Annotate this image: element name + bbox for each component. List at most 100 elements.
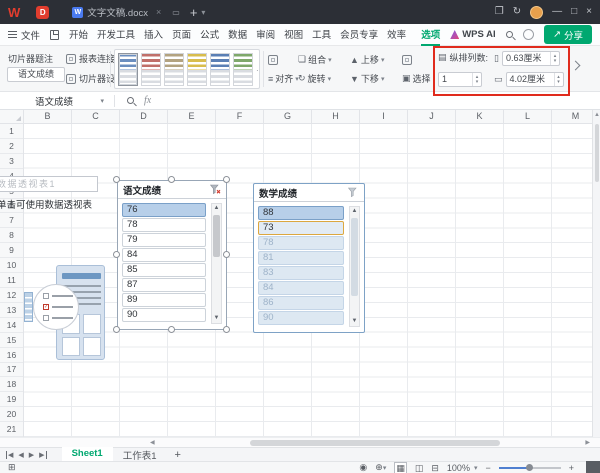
column-header[interactable]: F	[216, 110, 264, 123]
first-sheet-icon[interactable]: ◀	[6, 450, 13, 459]
row-header[interactable]: 17	[0, 363, 23, 378]
row-header[interactable]: 10	[0, 258, 23, 274]
resize-handle[interactable]	[223, 176, 230, 183]
wps-ai-button[interactable]: WPS AI	[450, 29, 496, 40]
resize-handle[interactable]	[113, 326, 120, 333]
tab-list-chevron-icon[interactable]: ▾	[201, 8, 205, 17]
slicer-scrollbar[interactable]: ▲ ▼	[211, 203, 222, 324]
zoom-in-button[interactable]: +	[569, 463, 574, 473]
scrollbar-thumb[interactable]	[213, 215, 220, 257]
add-sheet-button[interactable]: +	[175, 449, 181, 461]
slicer-item[interactable]: 73	[258, 221, 344, 235]
tab-close-icon[interactable]: ×	[156, 7, 161, 17]
row-header[interactable]: 8	[0, 228, 23, 244]
zoom-slider[interactable]	[498, 464, 561, 471]
last-sheet-icon[interactable]: ▶	[39, 450, 47, 459]
row-header[interactable]: 15	[0, 333, 23, 348]
ribbon-tab[interactable]: 视图	[284, 24, 303, 46]
group-button[interactable]: ❏ 组合 ▾	[298, 53, 350, 66]
scrollbar-thumb[interactable]	[351, 218, 358, 296]
slicer-item[interactable]: 76	[122, 203, 206, 217]
slicer-item[interactable]: 83	[258, 266, 344, 280]
slicer-item[interactable]: 78	[122, 218, 206, 232]
row-header[interactable]: 13	[0, 303, 23, 318]
slicer-chinese-scores[interactable]: 语文成绩 76 78 79 84 85 87 89 90 ▲ ▼	[117, 180, 227, 330]
docer-icon[interactable]: D	[36, 5, 50, 19]
slicer-item[interactable]: 90	[122, 308, 206, 322]
slicer-style-thumbnail[interactable]	[164, 52, 184, 86]
close-button[interactable]: ×	[586, 7, 592, 17]
slicer-item[interactable]: 85	[122, 263, 206, 277]
slicer-item[interactable]: 78	[258, 236, 344, 250]
select-all-corner[interactable]	[0, 110, 24, 123]
row-header[interactable]: 20	[0, 407, 23, 423]
ribbon-tab[interactable]: 公式	[200, 24, 219, 46]
row-header[interactable]: 16	[0, 348, 23, 363]
row-header[interactable]: 14	[0, 318, 23, 333]
ribbon-tab[interactable]: 插入	[144, 24, 163, 46]
row-header[interactable]: 12	[0, 288, 23, 303]
layout-panes-icon[interactable]: ❐	[495, 7, 504, 17]
column-header[interactable]: L	[504, 110, 552, 123]
slicer-item[interactable]: 88	[258, 206, 344, 220]
stepper-arrows-icon[interactable]: ▴ ▾	[553, 73, 563, 86]
column-header[interactable]: H	[312, 110, 360, 123]
slicer-style-thumbnail[interactable]	[233, 52, 253, 86]
flip-button[interactable]	[268, 54, 298, 65]
column-header[interactable]: J	[408, 110, 456, 123]
fx-icon[interactable]: fx	[144, 95, 151, 106]
slicer-style-thumbnail[interactable]	[210, 52, 230, 86]
row-header[interactable]: 3	[0, 154, 23, 169]
zoom-slider-knob[interactable]	[525, 464, 533, 471]
minimize-button[interactable]: —	[552, 7, 562, 17]
column-header[interactable]: D	[120, 110, 168, 123]
ribbon-tab[interactable]: 效率	[387, 24, 406, 46]
row-header[interactable]: 19	[0, 392, 23, 408]
columns-count-stepper[interactable]: 1 ▴ ▾	[438, 72, 482, 87]
slicer-style-thumbnail[interactable]	[187, 52, 207, 86]
scroll-down-icon[interactable]: ▼	[214, 314, 220, 323]
filter-icon[interactable]	[348, 187, 359, 198]
move-down-button[interactable]: ▼ 下移 ▾	[350, 72, 402, 85]
save-icon[interactable]	[50, 29, 60, 40]
share-button[interactable]: ↗ 分享	[544, 25, 592, 44]
horizontal-scrollbar[interactable]: ◀ ▶	[0, 437, 600, 447]
button-width-stepper[interactable]: 4.02厘米 ▴ ▾	[505, 72, 564, 87]
rotate-button[interactable]: ↻ 旋转 ▾	[298, 72, 350, 85]
resize-handle[interactable]	[223, 326, 230, 333]
scroll-left-icon[interactable]: ◀	[150, 439, 155, 446]
ribbon-tab[interactable]: 审阅	[256, 24, 275, 46]
view-page-break-icon[interactable]: ⊟	[431, 463, 439, 473]
slicer-math-scores[interactable]: 数学成绩 88 73 78 81 83 84 86 90 ▲ ▼	[253, 183, 365, 333]
tab-service-icon[interactable]: ▭	[172, 8, 180, 17]
sync-icon[interactable]: ↻	[513, 7, 521, 17]
gallery-more-icon[interactable]: ·	[256, 66, 259, 75]
column-header[interactable]: M	[552, 110, 592, 123]
view-normal-icon[interactable]: ▦	[394, 461, 407, 473]
zoom-out-button[interactable]: −	[485, 463, 490, 473]
ribbon-tab[interactable]: 会员专享	[340, 24, 378, 46]
slicer-item[interactable]: 87	[122, 278, 206, 292]
report-connection-button[interactable]: 报表连接	[66, 52, 115, 65]
resize-handle[interactable]	[168, 326, 175, 333]
row-header[interactable]: 7	[0, 213, 23, 229]
user-avatar[interactable]	[530, 5, 544, 19]
locate-icon[interactable]: ⊕▾	[375, 462, 386, 473]
slicer-caption-input[interactable]: 语文成绩	[7, 67, 65, 82]
row-header[interactable]: 11	[0, 273, 23, 288]
scrollbar-thumb[interactable]	[594, 124, 599, 182]
scroll-right-icon[interactable]: ▶	[585, 439, 590, 446]
prev-sheet-icon[interactable]: ◀	[18, 451, 23, 459]
next-sheet-icon[interactable]: ▶	[29, 451, 34, 459]
move-up-button[interactable]: ▲ 上移 ▾	[350, 53, 402, 66]
presence-icon[interactable]	[523, 29, 535, 40]
scroll-up-icon[interactable]: ▲	[594, 112, 600, 118]
resize-handle[interactable]	[168, 176, 175, 183]
column-header[interactable]: B	[24, 110, 72, 123]
eye-protection-icon[interactable]: ◉	[359, 462, 367, 473]
slicer-item[interactable]: 84	[258, 281, 344, 295]
scrollbar-thumb[interactable]	[250, 440, 500, 446]
slicer-item[interactable]: 81	[258, 251, 344, 265]
slicer-item[interactable]: 84	[122, 248, 206, 262]
scroll-up-icon[interactable]: ▲	[214, 204, 220, 213]
